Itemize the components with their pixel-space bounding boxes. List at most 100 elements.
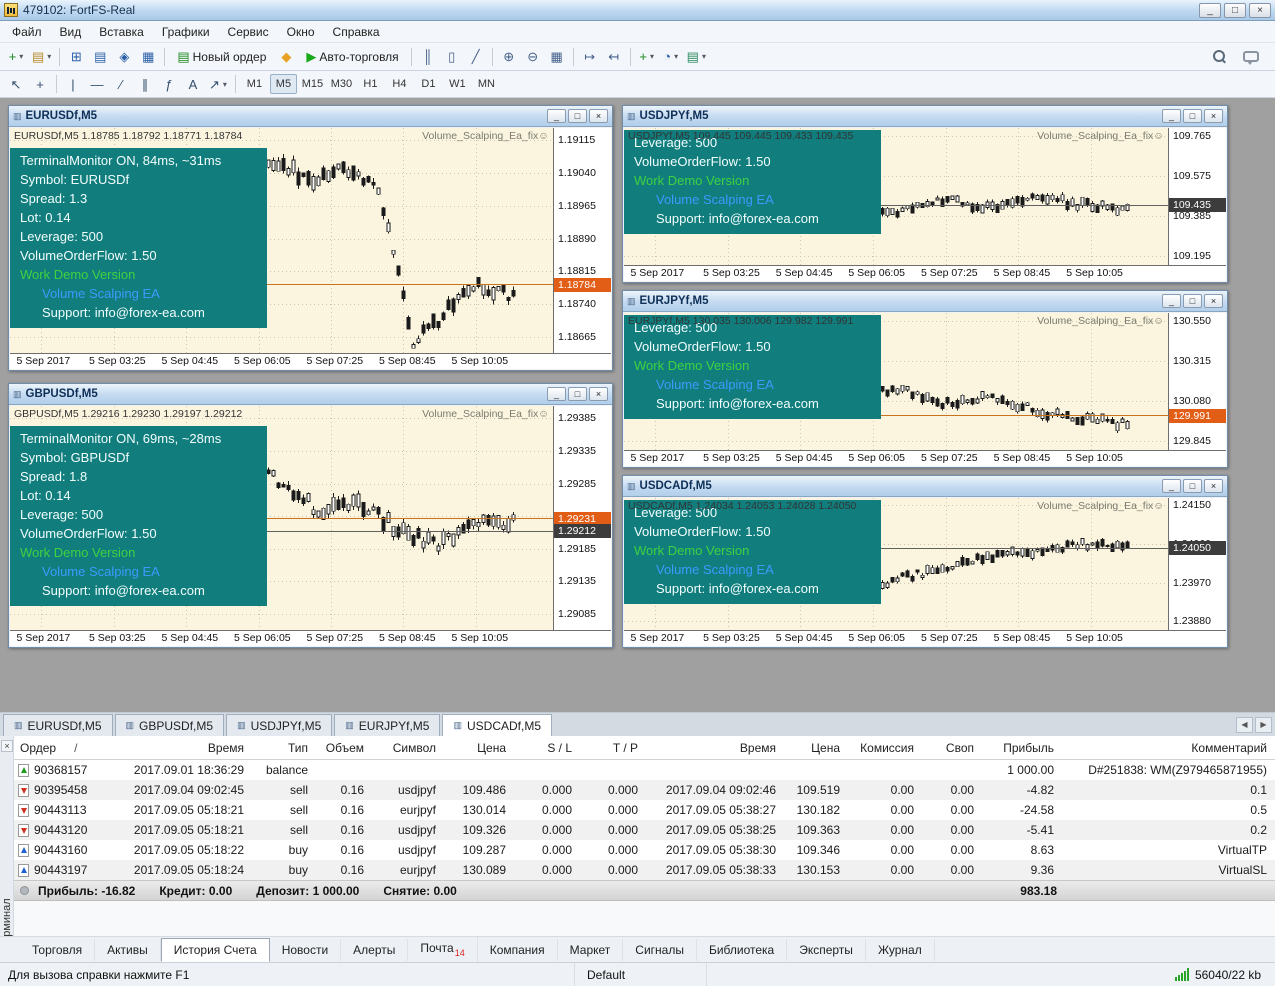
history-row[interactable]: 90443120 2017.09.05 05:18:21 sell 0.16 usdjp…: [14, 820, 1275, 840]
time-axis[interactable]: 5 Sep 2017 5 Sep 03:25 5 Sep 04:45 5 Sep 06…: [624, 450, 1168, 466]
equidistant-channel-button[interactable]: ∥: [134, 73, 156, 95]
timeframe-h4[interactable]: H4: [386, 74, 413, 94]
history-header-время-8[interactable]: Время: [646, 741, 784, 755]
chart-minimize-button[interactable]: _: [1162, 479, 1181, 493]
menu-file[interactable]: Файл: [3, 22, 51, 42]
candlestick-mode-button[interactable]: ▯: [441, 46, 463, 68]
crosshair-button[interactable]: +: [29, 73, 51, 95]
chart-shift-button[interactable]: ↤: [603, 46, 625, 68]
search-button[interactable]: [1208, 46, 1230, 68]
history-header-комиссия-10[interactable]: Комиссия: [848, 741, 922, 755]
chart-tab-eurusdf-m5[interactable]: ▥ EURUSDf,M5: [3, 714, 113, 736]
chart-titlebar[interactable]: ▥ USDJPYf,M5 _ □ ×: [623, 106, 1227, 127]
timeframe-m1[interactable]: M1: [241, 74, 268, 94]
chart-tab-usdcadf-m5[interactable]: ▥ USDCADf,M5: [442, 714, 552, 736]
chart-restore-button[interactable]: □: [1183, 109, 1202, 123]
terminal-tab-торговля[interactable]: Торговля: [20, 938, 96, 961]
time-axis[interactable]: 5 Sep 2017 5 Sep 03:25 5 Sep 04:45 5 Sep 06…: [10, 630, 553, 646]
new-chart-button[interactable]: + ▾: [5, 46, 27, 68]
history-header-t-p-7[interactable]: T / P: [580, 741, 646, 755]
menu-window[interactable]: Окно: [278, 22, 324, 42]
terminal-tab-сигналы[interactable]: Сигналы: [623, 938, 697, 961]
vertical-line-button[interactable]: |: [62, 73, 84, 95]
maximize-button[interactable]: □: [1224, 2, 1246, 18]
terminal-panel-button[interactable]: ▦: [137, 46, 159, 68]
menu-insert[interactable]: Вставка: [90, 22, 153, 42]
terminal-tab-алерты[interactable]: Алерты: [341, 938, 409, 961]
terminal-tab-маркет[interactable]: Маркет: [558, 938, 624, 961]
chart-restore-button[interactable]: □: [1183, 294, 1202, 308]
periods-button[interactable]: ◔ ▾: [660, 46, 682, 68]
tile-windows-button[interactable]: ▦: [546, 46, 568, 68]
terminal-tab-история-счета[interactable]: История Счета: [160, 937, 270, 962]
zoom-in-button[interactable]: ⊕: [498, 46, 520, 68]
cursor-button[interactable]: ↖: [5, 73, 27, 95]
line-chart-mode-button[interactable]: ╱: [465, 46, 487, 68]
navigator-button[interactable]: ◈: [113, 46, 135, 68]
community-button[interactable]: [1240, 46, 1262, 68]
chart-minimize-button[interactable]: _: [1162, 109, 1181, 123]
terminal-tab-новости[interactable]: Новости: [270, 938, 342, 961]
history-row[interactable]: 90443197 2017.09.05 05:18:24 buy 0.16 eurjpy…: [14, 860, 1275, 880]
terminal-close-button[interactable]: ×: [1, 740, 13, 752]
terminal-tab-компания[interactable]: Компания: [478, 938, 558, 961]
time-axis[interactable]: 5 Sep 2017 5 Sep 03:25 5 Sep 04:45 5 Sep 06…: [624, 630, 1168, 646]
menu-help[interactable]: Справка: [324, 22, 389, 42]
zoom-out-button[interactable]: ⊖: [522, 46, 544, 68]
templates-button[interactable]: ▤ ▾: [684, 46, 709, 68]
title-bar[interactable]: 479102: FortFS-Real _ □ ×: [0, 0, 1275, 21]
chart-restore-button[interactable]: □: [568, 387, 587, 401]
timeframe-h1[interactable]: H1: [357, 74, 384, 94]
terminal-tab-эксперты[interactable]: Эксперты: [787, 938, 866, 961]
chart-minimize-button[interactable]: _: [547, 387, 566, 401]
history-row[interactable]: 90368157 2017.09.01 18:36:29 balance 1 000.…: [14, 760, 1275, 780]
new-order-button[interactable]: ▤ Новый ордер: [170, 46, 273, 68]
market-watch-button[interactable]: ⊞: [65, 46, 87, 68]
terminal-tab-журнал[interactable]: Журнал: [866, 938, 935, 961]
chart-plot[interactable]: USDJPYf,M5 109.445 109.445 109.433 109.4…: [624, 128, 1168, 265]
auto-scroll-button[interactable]: ↦: [579, 46, 601, 68]
chart-titlebar[interactable]: ▥ EURUSDf,M5 _ □ ×: [9, 106, 612, 127]
chart-titlebar[interactable]: ▥ USDCADf,M5 _ □ ×: [623, 476, 1227, 497]
history-header-ордер-0[interactable]: Ордер /: [14, 741, 124, 755]
menu-view[interactable]: Вид: [51, 22, 91, 42]
history-header-тип-2[interactable]: Тип: [252, 741, 316, 755]
terminal-tab-библиотека[interactable]: Библиотека: [697, 938, 788, 961]
close-button[interactable]: ×: [1249, 2, 1271, 18]
status-profile[interactable]: Default: [575, 963, 707, 986]
data-window-button[interactable]: ▤: [89, 46, 111, 68]
chart-plot[interactable]: EURUSDf,M5 1.18785 1.18792 1.18771 1.187…: [10, 128, 553, 353]
chart-close-button[interactable]: ×: [1204, 109, 1223, 123]
time-axis[interactable]: 5 Sep 2017 5 Sep 03:25 5 Sep 04:45 5 Sep 06…: [624, 265, 1168, 281]
price-axis[interactable]: 1.241501.240601.239701.238801.24050: [1168, 498, 1226, 630]
bar-chart-mode-button[interactable]: ║: [417, 46, 439, 68]
trendline-button[interactable]: ∕: [110, 73, 132, 95]
profiles-button[interactable]: ▤ ▾: [29, 46, 54, 68]
chart-minimize-button[interactable]: _: [547, 109, 566, 123]
minimize-button[interactable]: _: [1199, 2, 1221, 18]
chart-plot[interactable]: EURJPYf,M5 130.035 130.006 129.982 129.9…: [624, 313, 1168, 450]
chart-restore-button[interactable]: □: [1183, 479, 1202, 493]
timeframe-m30[interactable]: M30: [328, 74, 355, 94]
chart-close-button[interactable]: ×: [589, 387, 608, 401]
history-header-цена-5[interactable]: Цена: [444, 741, 514, 755]
chart-close-button[interactable]: ×: [1204, 294, 1223, 308]
chart-titlebar[interactable]: ▥ GBPUSDf,M5 _ □ ×: [9, 384, 612, 405]
chart-tab-eurjpyf-m5[interactable]: ▥ EURJPYf,M5: [334, 714, 441, 736]
chart-tab-gbpusdf-m5[interactable]: ▥ GBPUSDf,M5: [114, 714, 225, 736]
tab-scroll-right-button[interactable]: ▶: [1255, 716, 1272, 733]
metaeditor-button[interactable]: ◆: [275, 46, 297, 68]
chart-close-button[interactable]: ×: [1204, 479, 1223, 493]
text-label-button[interactable]: A: [182, 73, 204, 95]
price-axis[interactable]: 109.765 109.575 109.385 109.195 109.435: [1168, 128, 1226, 265]
history-row[interactable]: 90395458 2017.09.04 09:02:45 sell 0.16 usdjp…: [14, 780, 1275, 800]
terminal-tab-почта[interactable]: Почта14: [408, 937, 478, 962]
terminal-tab-активы[interactable]: Активы: [95, 938, 161, 961]
arrow-tools-button[interactable]: ↗ ▾: [206, 73, 230, 95]
tab-scroll-left-button[interactable]: ◀: [1236, 716, 1253, 733]
chart-close-button[interactable]: ×: [589, 109, 608, 123]
history-header-цена-9[interactable]: Цена: [784, 741, 848, 755]
auto-trading-button[interactable]: ▶ Авто-торговля: [299, 46, 405, 68]
fibonacci-button[interactable]: ƒ: [158, 73, 180, 95]
timeframe-d1[interactable]: D1: [415, 74, 442, 94]
